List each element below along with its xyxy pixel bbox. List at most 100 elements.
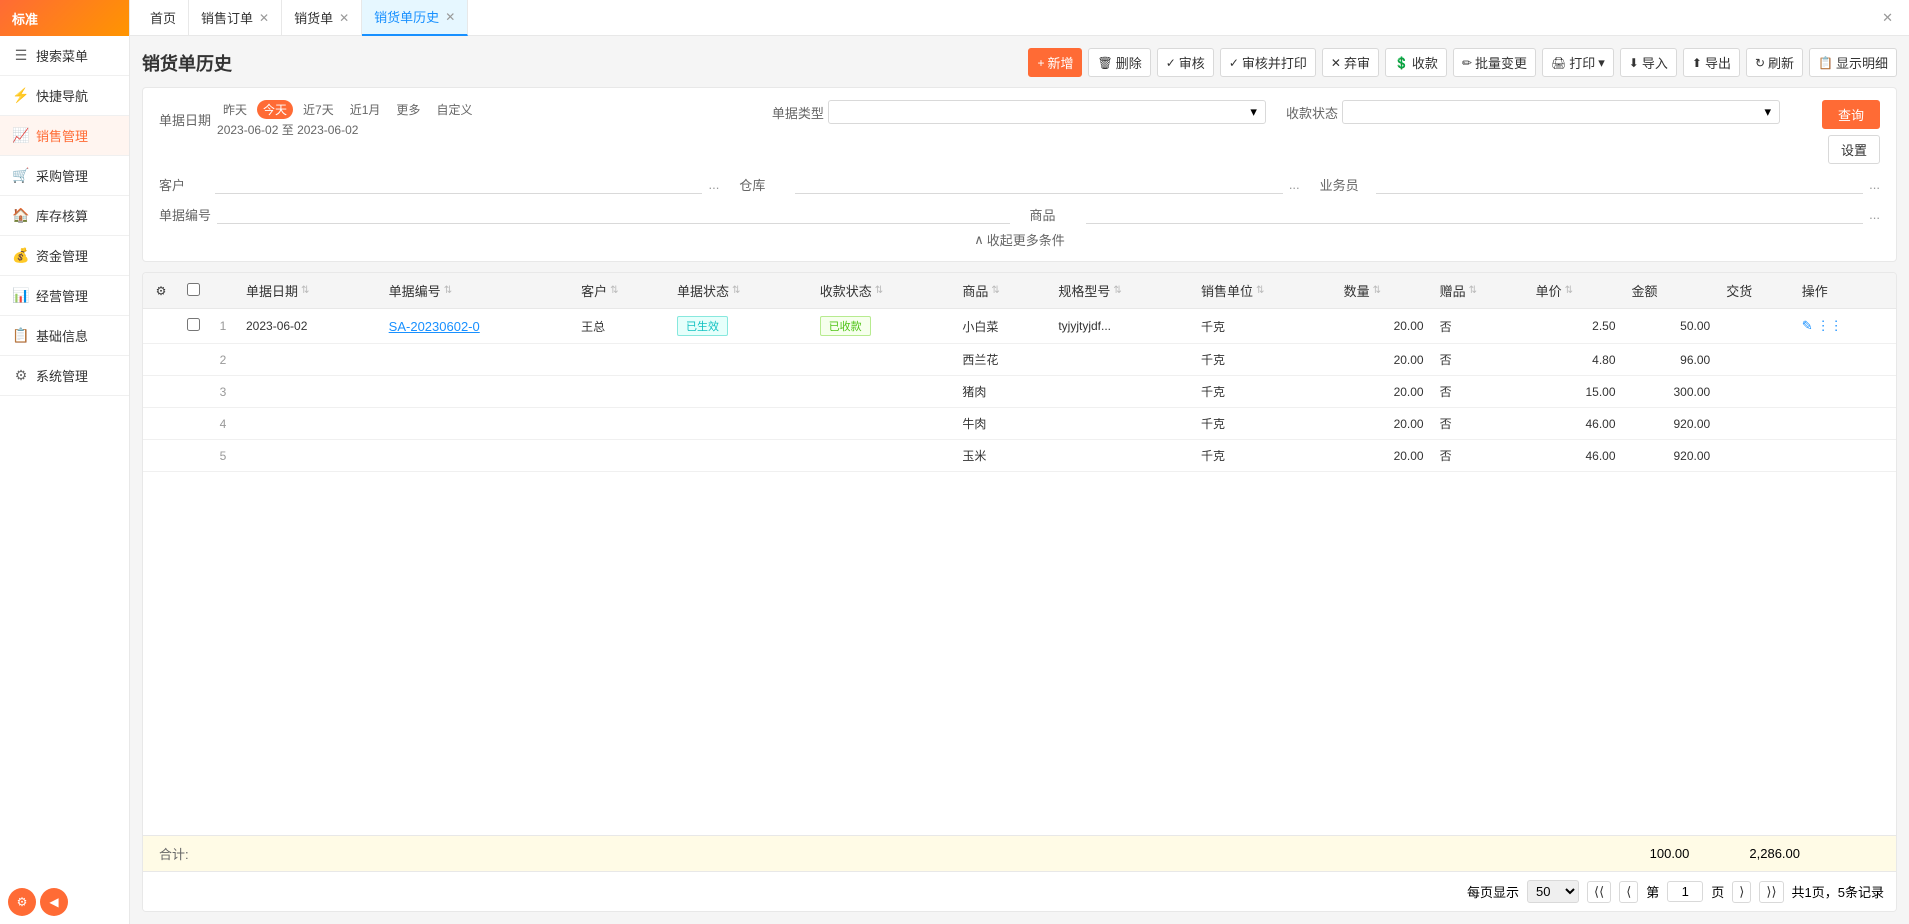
add-button[interactable]: + 新增 (1028, 48, 1082, 77)
tab-sales-order-close[interactable]: ✕ (259, 11, 269, 25)
sidebar-item-system-mgmt[interactable]: ⚙ 系统管理 (0, 356, 129, 396)
export-button[interactable]: ⬆ 导出 (1683, 48, 1740, 77)
th-goods[interactable]: 商品⇅ (954, 273, 1050, 309)
doc-status-sort-icon: ⇅ (732, 285, 740, 296)
edit-action-icon[interactable]: ✎ (1802, 318, 1813, 333)
export-label: 导出 (1705, 53, 1731, 72)
th-price[interactable]: 单价⇅ (1528, 273, 1624, 309)
th-doc-no[interactable]: 单据编号⇅ (381, 273, 573, 309)
sidebar-item-ops-mgmt[interactable]: 📊 经营管理 (0, 276, 129, 316)
customer-picker-btn[interactable]: ... (708, 177, 719, 192)
audit-print-button[interactable]: ✓ 审核并打印 (1220, 48, 1316, 77)
tab-home[interactable]: 首页 (138, 0, 189, 36)
cell-date: 2023-06-02 (238, 309, 381, 344)
date-tab-yesterday[interactable]: 昨天 (217, 100, 253, 119)
salesperson-input[interactable] (1376, 174, 1863, 194)
cell-doc-no (381, 408, 573, 440)
tab-sales-goods-label: 销货单 (294, 8, 333, 27)
warehouse-picker-btn[interactable]: ... (1289, 177, 1300, 192)
th-customer[interactable]: 客户⇅ (573, 273, 669, 309)
th-spec[interactable]: 规格型号⇅ (1050, 273, 1193, 309)
cell-checkbox[interactable] (179, 376, 208, 408)
page-size-select[interactable]: 50 100 200 (1527, 880, 1579, 903)
show-detail-button[interactable]: 📋 显示明细 (1809, 48, 1897, 77)
sidebar-item-quick-nav[interactable]: ⚡ 快捷导航 (0, 76, 129, 116)
date-tab-today[interactable]: 今天 (257, 100, 293, 119)
cell-checkbox[interactable] (179, 344, 208, 376)
refresh-button[interactable]: ↻ 刷新 (1746, 48, 1803, 77)
date-tab-more[interactable]: 更多 (390, 100, 426, 119)
th-gift[interactable]: 赠品⇅ (1432, 273, 1528, 309)
tab-sales-order-label: 销售订单 (201, 8, 253, 27)
tab-sales-history[interactable]: 销货单历史 ✕ (362, 0, 468, 36)
audit-button[interactable]: ✓ 审核 (1157, 48, 1214, 77)
tab-sales-history-close[interactable]: ✕ (445, 10, 455, 24)
cell-collect-status (812, 408, 955, 440)
cell-goods: 小白菜 (954, 309, 1050, 344)
batch-change-button[interactable]: ✏ 批量变更 (1453, 48, 1536, 77)
page-size-label: 每页显示 (1467, 882, 1519, 901)
th-date[interactable]: 单据日期⇅ (238, 273, 381, 309)
sidebar-item-purchase-mgmt[interactable]: 🛒 采购管理 (0, 156, 129, 196)
doc-type-filter: 单据类型 ▾ (772, 100, 1266, 124)
date-tab-7days[interactable]: 近7天 (297, 100, 340, 119)
import-button[interactable]: ⬇ 导入 (1620, 48, 1677, 77)
collapse-filter-btn[interactable]: ∧ 收起更多条件 (159, 230, 1880, 249)
doc-type-label: 单据类型 (772, 103, 822, 122)
row-checkbox[interactable] (187, 318, 200, 331)
sidebar-item-search-menu[interactable]: ☰ 搜索菜单 (0, 36, 129, 76)
collect-status-select[interactable]: ▾ (1342, 100, 1780, 124)
sidebar-collapse-btn[interactable]: ◀ (40, 888, 68, 916)
cell-checkbox[interactable] (179, 440, 208, 472)
cell-collect-status (812, 440, 955, 472)
first-page-btn[interactable]: ⟨⟨ (1587, 881, 1611, 903)
date-tab-1month[interactable]: 近1月 (344, 100, 387, 119)
doc-no-sort-icon: ⇅ (444, 285, 452, 296)
th-gear[interactable]: ⚙ (143, 273, 179, 309)
warehouse-input[interactable] (795, 174, 1282, 194)
window-close-btn[interactable]: ✕ (1874, 10, 1901, 26)
footer-total-amount: 2,286.00 (1749, 846, 1800, 861)
page-number-input[interactable] (1667, 881, 1703, 902)
tab-sales-goods[interactable]: 销货单 ✕ (282, 0, 362, 36)
ops-icon: 📊 (12, 287, 30, 305)
goods-picker-btn[interactable]: ... (1869, 207, 1880, 222)
date-tab-custom[interactable]: 自定义 (430, 100, 478, 119)
tab-sales-order[interactable]: 销售订单 ✕ (189, 0, 282, 36)
last-page-btn[interactable]: ⟩⟩ (1759, 881, 1783, 903)
more-action-icon[interactable]: ⋮⋮ (1817, 318, 1843, 333)
th-doc-status[interactable]: 单据状态⇅ (669, 273, 812, 309)
customer-input[interactable] (215, 174, 702, 194)
sidebar-item-sales-mgmt[interactable]: 📈 销售管理 (0, 116, 129, 156)
doc-no-link[interactable]: SA-20230602-0 (389, 319, 480, 334)
th-unit[interactable]: 销售单位⇅ (1193, 273, 1336, 309)
refresh-icon: ↻ (1755, 56, 1765, 70)
cell-transaction (1718, 408, 1793, 440)
tab-sales-goods-close[interactable]: ✕ (339, 11, 349, 25)
print-button[interactable]: 🖨 打印 ▾ (1542, 48, 1614, 77)
doc-type-select[interactable]: ▾ (828, 100, 1266, 124)
goods-input[interactable] (1086, 204, 1864, 224)
cell-checkbox[interactable] (179, 309, 208, 344)
sidebar-item-basic-info[interactable]: 📋 基础信息 (0, 316, 129, 356)
sidebar-item-finance-mgmt[interactable]: 💰 资金管理 (0, 236, 129, 276)
cell-doc-no[interactable]: SA-20230602-0 (381, 309, 573, 344)
th-checkbox[interactable] (179, 273, 208, 309)
filter-setting-button[interactable]: 设置 (1828, 135, 1880, 164)
search-button[interactable]: 查询 (1822, 100, 1880, 129)
date-label: 单据日期 (159, 110, 211, 129)
next-page-btn[interactable]: ⟩ (1732, 881, 1751, 903)
select-all-checkbox[interactable] (187, 283, 200, 296)
abandon-button[interactable]: ✕ 弃审 (1322, 48, 1379, 77)
prev-page-btn[interactable]: ⟨ (1619, 881, 1638, 903)
sidebar-settings-btn[interactable]: ⚙ (8, 888, 36, 916)
cell-qty: 20.00 (1336, 376, 1432, 408)
salesperson-picker-btn[interactable]: ... (1869, 177, 1880, 192)
doc-no-input[interactable] (217, 204, 1009, 224)
collect-button[interactable]: 💲 收款 (1385, 48, 1447, 77)
th-qty[interactable]: 数量⇅ (1336, 273, 1432, 309)
cell-checkbox[interactable] (179, 408, 208, 440)
th-collect-status[interactable]: 收款状态⇅ (812, 273, 955, 309)
delete-button[interactable]: 🗑 删除 (1088, 48, 1150, 77)
sidebar-item-inventory-calc[interactable]: 🏠 库存核算 (0, 196, 129, 236)
